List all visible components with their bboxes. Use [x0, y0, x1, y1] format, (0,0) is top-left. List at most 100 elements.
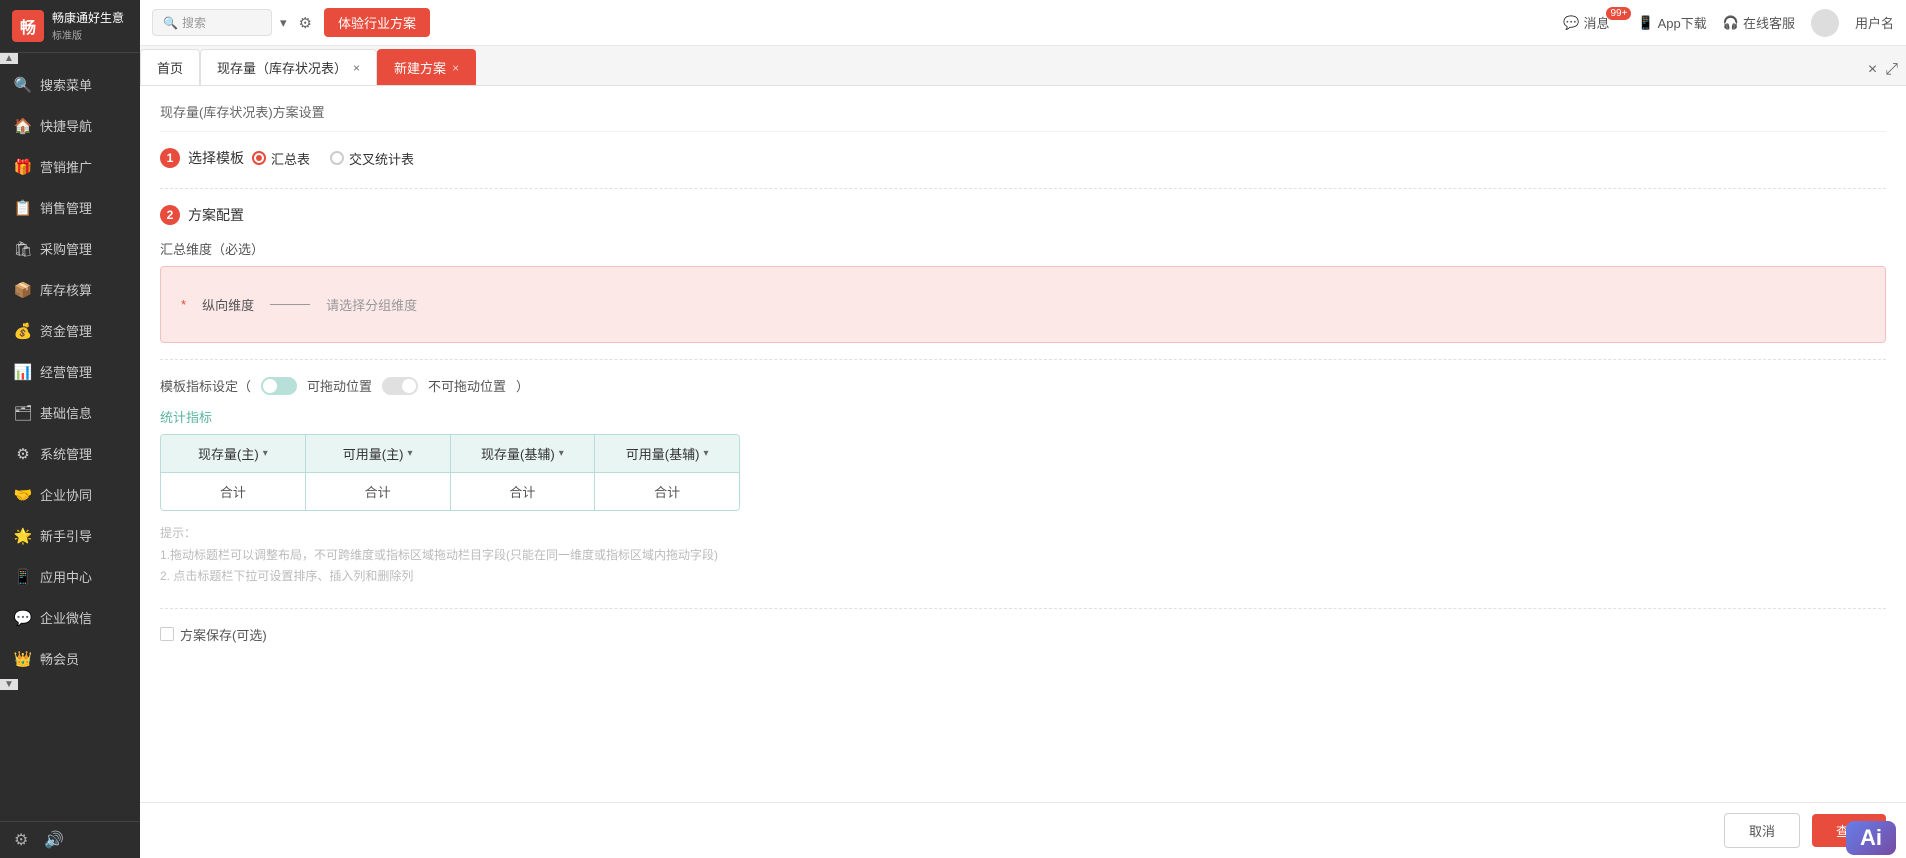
- sidebar-item-sales[interactable]: 📋 销售管理: [0, 187, 140, 228]
- finance-icon: 💰: [14, 322, 32, 340]
- topbar: 🔍 搜索 ▾ ⚙ 体验行业方案 💬 消息 99+ 📱 App下载 🎧 在线客服 …: [140, 0, 1906, 46]
- sidebar-nav: ▲ 🔍 搜索菜单 🏠 快捷导航 🎁 营销推广 📋 销售管理 🛍 采购管理 📦 库…: [0, 53, 140, 821]
- sidebar-item-label: 采购管理: [40, 239, 92, 258]
- sidebar-item-marketing[interactable]: 🎁 营销推广: [0, 146, 140, 187]
- section-config: 2 方案配置 汇总维度（必选） * 纵向维度 请选择分组维度 模板指标设定（: [160, 205, 1886, 588]
- tab-home-label: 首页: [157, 58, 183, 77]
- sidebar-item-vip[interactable]: 👑 畅会员: [0, 638, 140, 679]
- sidebar-item-quick-nav[interactable]: 🏠 快捷导航: [0, 105, 140, 146]
- radio-summary-dot: [252, 151, 266, 165]
- no-drag-toggle[interactable]: [382, 377, 418, 395]
- search-icon: 🔍: [163, 16, 178, 30]
- topbar-search[interactable]: 🔍 搜索: [152, 9, 272, 36]
- stats-col3-label: 现存量(基辅): [481, 444, 555, 463]
- tab-inventory-close-icon[interactable]: ×: [353, 61, 360, 75]
- trial-button[interactable]: 体验行业方案: [324, 8, 430, 37]
- search-placeholder: 搜索: [182, 14, 206, 31]
- divider-3: [160, 608, 1886, 609]
- tab-home[interactable]: 首页: [140, 49, 200, 85]
- newbie-icon: 🌟: [14, 527, 32, 545]
- stats-section-label: 统计指标: [160, 407, 1886, 426]
- stats-col2-sub: 合计: [365, 482, 391, 501]
- sidebar-item-label: 销售管理: [40, 198, 92, 217]
- topbar-gear-icon[interactable]: ⚙: [299, 14, 312, 32]
- stats-table: 现存量(主) ▾ 可用量(主) ▾ 现存量(基辅) ▾: [160, 434, 740, 511]
- main-area: 🔍 搜索 ▾ ⚙ 体验行业方案 💬 消息 99+ 📱 App下载 🎧 在线客服 …: [140, 0, 1906, 858]
- marketing-icon: 🎁: [14, 158, 32, 176]
- section2-num: 2: [160, 205, 180, 225]
- scroll-down-arrow[interactable]: ▼: [0, 679, 18, 690]
- expand-window-icon[interactable]: ⤢: [1881, 57, 1902, 83]
- cancel-button[interactable]: 取消: [1724, 813, 1800, 848]
- bottom-bar: 取消 查询: [140, 802, 1906, 858]
- close-window-icon[interactable]: ×: [1864, 57, 1881, 83]
- topbar-dropdown-arrow[interactable]: ▾: [280, 15, 287, 31]
- app-download-button[interactable]: 📱 App下载: [1637, 13, 1706, 32]
- window-controls-area: × ⤢: [476, 57, 1906, 85]
- stats-col1-header[interactable]: 现存量(主) ▾: [161, 435, 306, 472]
- save-checkbox[interactable]: [160, 627, 174, 641]
- indicator-settings-suffix: ）: [516, 376, 529, 395]
- app-center-icon: 📱: [14, 568, 32, 586]
- sidebar-item-label: 畅会员: [40, 649, 79, 668]
- section2-title: 方案配置: [188, 205, 244, 225]
- sidebar-item-label: 系统管理: [40, 444, 92, 463]
- app-name: 畅康通好生意: [52, 10, 124, 27]
- tab-new-plan[interactable]: 新建方案 ×: [377, 49, 476, 85]
- stats-col4-header[interactable]: 可用量(基辅) ▾: [595, 435, 739, 472]
- app-badge: 标准版: [52, 27, 124, 42]
- sidebar-item-basic-info[interactable]: 🗂 基础信息: [0, 392, 140, 433]
- sidebar-item-inventory[interactable]: 📦 库存核算: [0, 269, 140, 310]
- stats-col4-body: 合计: [595, 473, 739, 510]
- message-button[interactable]: 💬 消息 99+: [1563, 13, 1621, 32]
- drag-label: 可拖动位置: [307, 376, 372, 395]
- sidebar-item-system[interactable]: ⚙ 系统管理: [0, 433, 140, 474]
- tabbar: 首页 现存量（库存状况表） × 新建方案 × × ⤢: [140, 46, 1906, 86]
- radio-cross-label: 交叉统计表: [349, 149, 414, 168]
- sidebar-item-label: 营销推广: [40, 157, 92, 176]
- tab-new-plan-close-icon[interactable]: ×: [452, 61, 459, 75]
- radio-summary-label: 汇总表: [271, 149, 310, 168]
- sidebar-item-finance[interactable]: 💰 资金管理: [0, 310, 140, 351]
- sidebar-item-newbie[interactable]: 🌟 新手引导: [0, 515, 140, 556]
- stats-col2-label: 可用量(主): [343, 444, 404, 463]
- system-icon: ⚙: [14, 445, 32, 463]
- inventory-icon: 📦: [14, 281, 32, 299]
- wechat-icon: 💬: [14, 609, 32, 627]
- sidebar-item-operations[interactable]: 📊 经营管理: [0, 351, 140, 392]
- headset-icon: 🎧: [1723, 15, 1739, 31]
- sidebar-item-label: 基础信息: [40, 403, 92, 422]
- message-icon: 💬: [1563, 15, 1579, 31]
- drag-toggle[interactable]: [261, 377, 297, 395]
- search-menu-icon: 🔍: [14, 76, 32, 94]
- sidebar-item-purchase[interactable]: 🛍 采购管理: [0, 228, 140, 269]
- dim-label: 纵向维度: [202, 295, 254, 314]
- ai-badge[interactable]: Ai: [1846, 821, 1896, 855]
- content-inner: 现存量(库存状况表)方案设置 1 选择模板 汇总表: [140, 86, 1906, 802]
- stats-col2-body: 合计: [306, 473, 451, 510]
- volume-icon[interactable]: 🔊: [44, 830, 64, 850]
- quick-nav-icon: 🏠: [14, 117, 32, 135]
- service-label: 在线客服: [1743, 13, 1795, 32]
- phone-icon: 📱: [1637, 15, 1653, 31]
- sidebar-item-label: 经营管理: [40, 362, 92, 381]
- stats-col3-header[interactable]: 现存量(基辅) ▾: [451, 435, 596, 472]
- tips-title: 提示：: [160, 526, 196, 540]
- sidebar-item-app-center[interactable]: 📱 应用中心: [0, 556, 140, 597]
- username-label: 用户名: [1855, 13, 1894, 32]
- sidebar-item-search-menu[interactable]: 🔍 搜索菜单: [0, 64, 140, 105]
- scroll-up-arrow[interactable]: ▲: [0, 53, 18, 64]
- settings-icon[interactable]: ⚙: [14, 830, 28, 850]
- section2-header: 2 方案配置: [160, 205, 1886, 225]
- user-avatar[interactable]: [1811, 9, 1839, 37]
- divider-1: [160, 188, 1886, 189]
- sidebar-item-cooperation[interactable]: 🤝 企业协同: [0, 474, 140, 515]
- radio-cross[interactable]: 交叉统计表: [330, 149, 414, 168]
- stats-col1-label: 现存量(主): [198, 444, 259, 463]
- radio-summary[interactable]: 汇总表: [252, 149, 310, 168]
- online-service-button[interactable]: 🎧 在线客服: [1723, 13, 1795, 32]
- tab-inventory-status[interactable]: 现存量（库存状况表） ×: [200, 49, 377, 85]
- stats-col2-header[interactable]: 可用量(主) ▾: [306, 435, 451, 472]
- dim-placeholder[interactable]: 请选择分组维度: [326, 295, 417, 314]
- sidebar-item-wechat[interactable]: 💬 企业微信: [0, 597, 140, 638]
